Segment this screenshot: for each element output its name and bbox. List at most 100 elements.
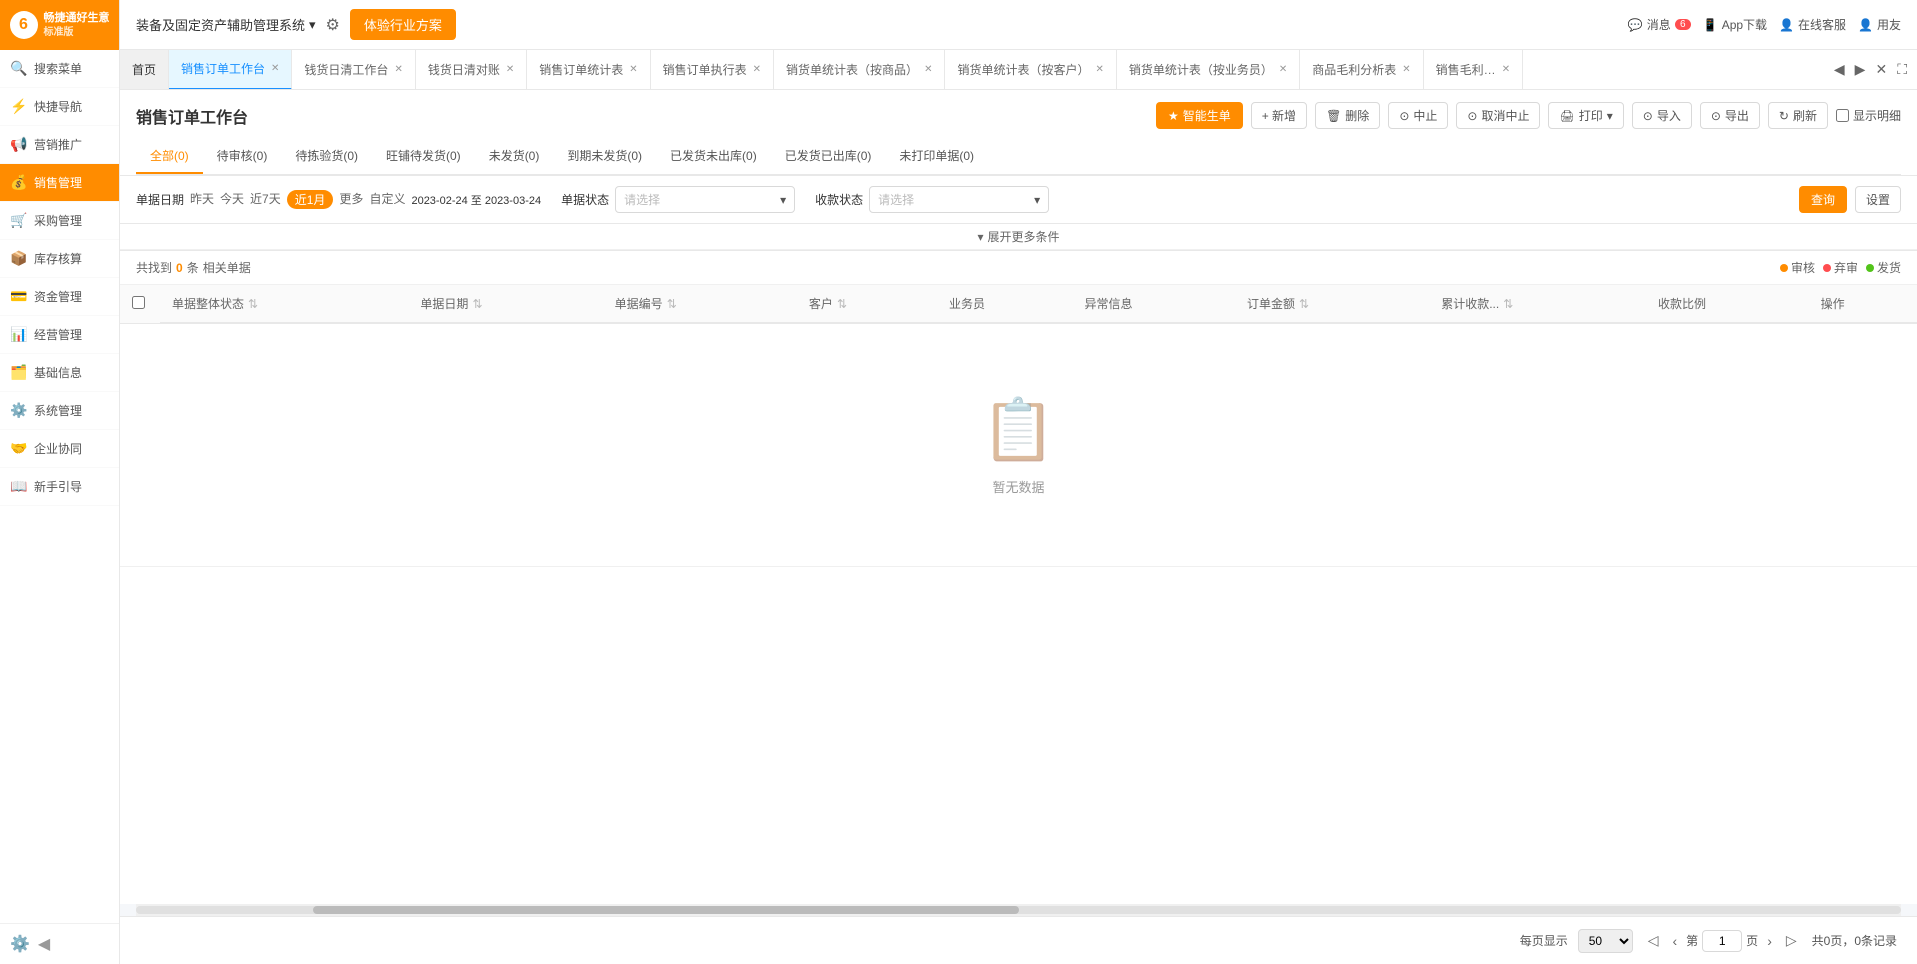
print-btn[interactable]: 🖨 打印 ▾ (1548, 102, 1623, 129)
sidebar-item-1[interactable]: ⚡快捷导航 (0, 88, 119, 126)
th-col-0[interactable]: 单据整体状态⇅ (160, 285, 408, 323)
sidebar-item-4[interactable]: 🛒采购管理 (0, 202, 119, 240)
message-action[interactable]: 💬 消息 6 (1628, 16, 1691, 33)
th-col-6[interactable]: 订单金额⇅ (1235, 285, 1429, 323)
tab-0[interactable]: 首页 (120, 50, 169, 90)
tab-2[interactable]: 钱货日清工作台✕ (292, 50, 415, 90)
sub-tab-6[interactable]: 已发货未出库(0) (656, 139, 771, 174)
tab-close-all-icon[interactable]: ✕ (1871, 59, 1891, 80)
th-col-2[interactable]: 单据编号⇅ (603, 285, 797, 323)
logo-text: 畅捷通好生意 标准版 (44, 11, 110, 38)
sub-tab-8[interactable]: 未打印单据(0) (885, 139, 988, 174)
tab-close-7[interactable]: ✕ (1095, 64, 1103, 75)
content-area: 销售订单工作台 ★ 智能生单 + 新增 🗑 删除 ⊙ 中止 (120, 90, 1917, 964)
review-action-btn[interactable]: 审核 (1780, 259, 1815, 276)
tab-close-10[interactable]: ✕ (1502, 64, 1510, 75)
status-select[interactable]: 请选择 ▾ (615, 186, 795, 213)
export-btn[interactable]: ⊙ 导出 (1700, 102, 1760, 129)
tab-4[interactable]: 销售订单统计表✕ (527, 50, 650, 90)
online-service-action[interactable]: 👤 在线客服 (1779, 16, 1846, 33)
tab-close-1[interactable]: ✕ (271, 63, 279, 74)
sub-tab-7[interactable]: 已发货已出库(0) (771, 139, 886, 174)
sidebar-item-8[interactable]: 🗂️基础信息 (0, 354, 119, 392)
tab-prev-icon[interactable]: ◀ (1830, 59, 1849, 80)
tab-close-3[interactable]: ✕ (506, 64, 514, 75)
next-page-btn[interactable]: › (1762, 931, 1777, 951)
th-col-8: 收款比例 (1646, 285, 1809, 323)
tab-10[interactable]: 销售毛利…✕ (1424, 50, 1523, 90)
sidebar-item-10[interactable]: 🤝企业协同 (0, 430, 119, 468)
sub-tab-1[interactable]: 待审核(0) (203, 139, 282, 174)
settings-icon[interactable]: ⚙️ (10, 934, 30, 954)
sidebar-item-7[interactable]: 📊经营管理 (0, 316, 119, 354)
sub-tab-0[interactable]: 全部(0) (136, 139, 203, 174)
sidebar-item-9[interactable]: ⚙️系统管理 (0, 392, 119, 430)
sub-tab-4[interactable]: 未发货(0) (475, 139, 554, 174)
th-col-7[interactable]: 累计收款...⇅ (1429, 285, 1646, 323)
sidebar-item-0[interactable]: 🔍搜索菜单 (0, 50, 119, 88)
industry-btn[interactable]: 体验行业方案 (350, 9, 456, 40)
tab-3[interactable]: 钱货日清对账✕ (416, 50, 527, 90)
page-size-select[interactable]: 50 10 20 100 (1578, 929, 1633, 953)
tab-8[interactable]: 销货单统计表（按业务员）✕ (1117, 50, 1300, 90)
query-btn[interactable]: 查询 (1799, 186, 1847, 213)
app-download-action[interactable]: 📱 App下载 (1703, 16, 1767, 33)
ship-action-btn[interactable]: 发货 (1866, 259, 1901, 276)
smart-btn[interactable]: ★ 智能生单 (1156, 102, 1243, 129)
tab-close-9[interactable]: ✕ (1402, 64, 1410, 75)
select-all-checkbox[interactable] (132, 296, 145, 309)
sidebar-item-3[interactable]: 💰销售管理 (0, 164, 119, 202)
new-btn[interactable]: + 新增 (1251, 102, 1307, 129)
tab-close-4[interactable]: ✕ (629, 64, 637, 75)
date-shortcut-0[interactable]: 昨天 (190, 190, 214, 209)
gear-icon[interactable]: ⚙ (326, 15, 340, 35)
tab-close-8[interactable]: ✕ (1279, 64, 1287, 75)
scrollbar-thumb[interactable] (313, 906, 1019, 914)
prev-page-btn[interactable]: ‹ (1667, 931, 1682, 951)
tab-maximize-icon[interactable]: ⛶ (1893, 59, 1911, 80)
tab-5[interactable]: 销售订单执行表✕ (651, 50, 774, 90)
detail-checkbox-label[interactable]: 显示明细 (1836, 107, 1901, 124)
sidebar-item-6[interactable]: 💳资金管理 (0, 278, 119, 316)
date-shortcut-2[interactable]: 近7天 (250, 190, 281, 209)
tab-6[interactable]: 销货单统计表（按商品）✕ (774, 50, 945, 90)
expand-btn[interactable]: ▾ 展开更多条件 (977, 228, 1059, 245)
page-number-input[interactable] (1702, 930, 1742, 952)
sidebar-item-5[interactable]: 📦库存核算 (0, 240, 119, 278)
stop-btn[interactable]: ⊙ 中止 (1388, 102, 1448, 129)
first-page-btn[interactable]: ◁ (1643, 930, 1664, 951)
delete-btn[interactable]: 🗑 删除 (1315, 102, 1380, 129)
tab-9[interactable]: 商品毛利分析表✕ (1300, 50, 1423, 90)
tab-close-2[interactable]: ✕ (394, 64, 402, 75)
filter-settings-btn[interactable]: 设置 (1855, 186, 1901, 213)
refresh-btn[interactable]: ↻ 刷新 (1768, 102, 1828, 129)
th-col-3[interactable]: 客户⇅ (797, 285, 937, 323)
tab-next-icon[interactable]: ▶ (1851, 59, 1870, 80)
sidebar-item-2[interactable]: 📢营销推广 (0, 126, 119, 164)
sub-tab-3[interactable]: 旺铺待发货(0) (372, 139, 475, 174)
date-shortcut-3[interactable]: 近1月 (287, 190, 334, 209)
sub-tab-5[interactable]: 到期未发货(0) (553, 139, 656, 174)
collapse-icon[interactable]: ◀ (38, 934, 50, 954)
payment-select[interactable]: 请选择 ▾ (869, 186, 1049, 213)
tab-close-5[interactable]: ✕ (753, 64, 761, 75)
date-shortcut-4[interactable]: 更多 (339, 190, 363, 209)
tab-7[interactable]: 销货单统计表（按客户）✕ (945, 50, 1116, 90)
tab-1[interactable]: 销售订单工作台✕ (169, 50, 292, 90)
system-title[interactable]: 装备及固定资产辅助管理系统 ▾ (136, 15, 316, 34)
th-col-1[interactable]: 单据日期⇅ (408, 285, 602, 323)
expand-filter-row: ▾ 展开更多条件 (120, 224, 1917, 250)
tab-close-6[interactable]: ✕ (924, 64, 932, 75)
sub-tab-2[interactable]: 待拣验货(0) (281, 139, 372, 174)
last-page-btn[interactable]: ▷ (1781, 930, 1802, 951)
sidebar-item-11[interactable]: 📖新手引导 (0, 468, 119, 506)
horizontal-scrollbar[interactable] (136, 904, 1901, 916)
payment-filter: 收款状态 请选择 ▾ (815, 186, 1049, 213)
import-btn[interactable]: ⊙ 导入 (1632, 102, 1692, 129)
detail-checkbox[interactable] (1836, 109, 1849, 122)
date-shortcut-5[interactable]: 自定义 (369, 190, 405, 209)
cancel-review-action-btn[interactable]: 弃审 (1823, 259, 1858, 276)
cancel-stop-btn[interactable]: ⊙ 取消中止 (1456, 102, 1540, 129)
user-action[interactable]: 👤 用友 (1858, 16, 1901, 33)
date-shortcut-1[interactable]: 今天 (220, 190, 244, 209)
